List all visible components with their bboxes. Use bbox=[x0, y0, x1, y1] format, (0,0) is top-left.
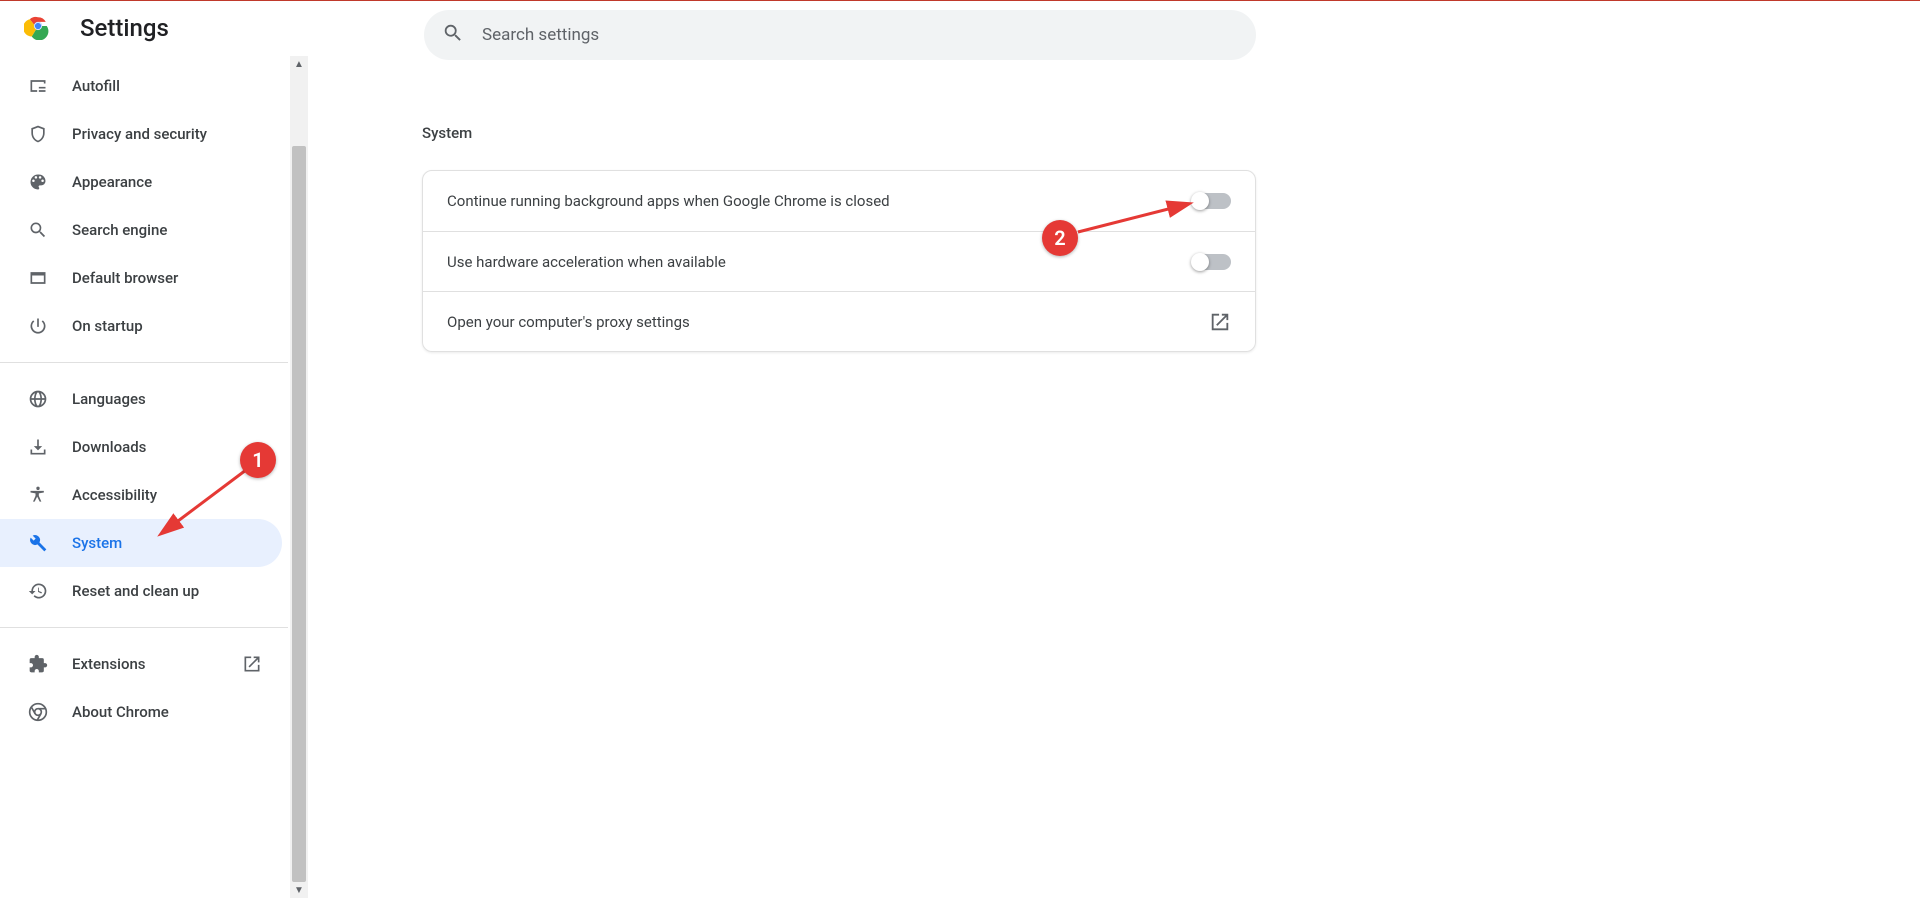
palette-icon bbox=[28, 172, 48, 192]
sidebar-item-label: Search engine bbox=[72, 221, 167, 239]
sidebar-item-label: Appearance bbox=[72, 173, 152, 191]
shield-icon bbox=[28, 124, 48, 144]
settings-row-label: Open your computer's proxy settings bbox=[447, 313, 690, 331]
extension-icon bbox=[28, 654, 48, 674]
sidebar-item-autofill[interactable]: Autofill bbox=[0, 62, 282, 110]
scroll-down-icon[interactable]: ▼ bbox=[290, 882, 308, 898]
divider bbox=[0, 627, 288, 628]
search-container bbox=[424, 10, 1256, 60]
globe-icon bbox=[28, 389, 48, 409]
search-input[interactable] bbox=[482, 25, 1238, 45]
chrome-icon bbox=[28, 702, 48, 722]
sidebar-item-label: About Chrome bbox=[72, 703, 169, 721]
section-title: System bbox=[422, 124, 1256, 142]
sidebar-item-about-chrome[interactable]: About Chrome bbox=[0, 688, 282, 736]
toggle-switch[interactable] bbox=[1193, 254, 1231, 270]
open-external-icon bbox=[1209, 311, 1231, 333]
sidebar-item-label: Reset and clean up bbox=[72, 582, 199, 600]
sidebar-item-default-browser[interactable]: Default browser bbox=[0, 254, 282, 302]
sidebar-item-extensions[interactable]: Extensions bbox=[0, 640, 282, 688]
search-box[interactable] bbox=[424, 10, 1256, 60]
settings-row: Use hardware acceleration when available bbox=[423, 231, 1255, 291]
sidebar-item-label: Default browser bbox=[72, 269, 178, 287]
sidebar-item-languages[interactable]: Languages bbox=[0, 375, 282, 423]
chrome-logo-icon bbox=[24, 12, 80, 44]
sidebar-item-reset-and-clean-up[interactable]: Reset and clean up bbox=[0, 567, 282, 615]
sidebar-item-label: On startup bbox=[72, 317, 143, 335]
sidebar-item-label: System bbox=[72, 534, 122, 552]
sidebar-item-appearance[interactable]: Appearance bbox=[0, 158, 282, 206]
sidebar-item-privacy-and-security[interactable]: Privacy and security bbox=[0, 110, 282, 158]
sidebar-item-label: Extensions bbox=[72, 655, 146, 673]
search-icon bbox=[28, 220, 48, 240]
annotation-callout-1: 1 bbox=[240, 442, 276, 478]
wrench-icon bbox=[28, 533, 48, 553]
divider bbox=[0, 362, 288, 363]
search-icon bbox=[442, 22, 464, 48]
download-icon bbox=[28, 437, 48, 457]
annotation-callout-2: 2 bbox=[1042, 220, 1078, 256]
sidebar-scrollbar[interactable]: ▲ ▼ bbox=[290, 56, 308, 898]
sidebar-item-search-engine[interactable]: Search engine bbox=[0, 206, 282, 254]
annotation-arrow-2-icon bbox=[1070, 192, 1200, 240]
browser-icon bbox=[28, 268, 48, 288]
accessibility-icon bbox=[28, 485, 48, 505]
power-icon bbox=[28, 316, 48, 336]
sidebar-item-label: Autofill bbox=[72, 77, 120, 95]
scroll-up-icon[interactable]: ▲ bbox=[290, 56, 308, 72]
sidebar-item-label: Downloads bbox=[72, 438, 146, 456]
sidebar-item-on-startup[interactable]: On startup bbox=[0, 302, 282, 350]
restore-icon bbox=[28, 581, 48, 601]
open-external-icon bbox=[242, 654, 262, 674]
sidebar-item-label: Privacy and security bbox=[72, 125, 207, 143]
main-content: System Continue running background apps … bbox=[308, 56, 1920, 898]
settings-row-label: Use hardware acceleration when available bbox=[447, 253, 726, 271]
autofill-icon bbox=[28, 76, 48, 96]
settings-row-label: Continue running background apps when Go… bbox=[447, 192, 890, 210]
scroll-thumb[interactable] bbox=[292, 146, 306, 882]
page-title: Settings bbox=[80, 14, 169, 42]
settings-row[interactable]: Open your computer's proxy settings bbox=[423, 291, 1255, 351]
sidebar-item-label: Languages bbox=[72, 390, 146, 408]
sidebar-item-label: Accessibility bbox=[72, 486, 157, 504]
